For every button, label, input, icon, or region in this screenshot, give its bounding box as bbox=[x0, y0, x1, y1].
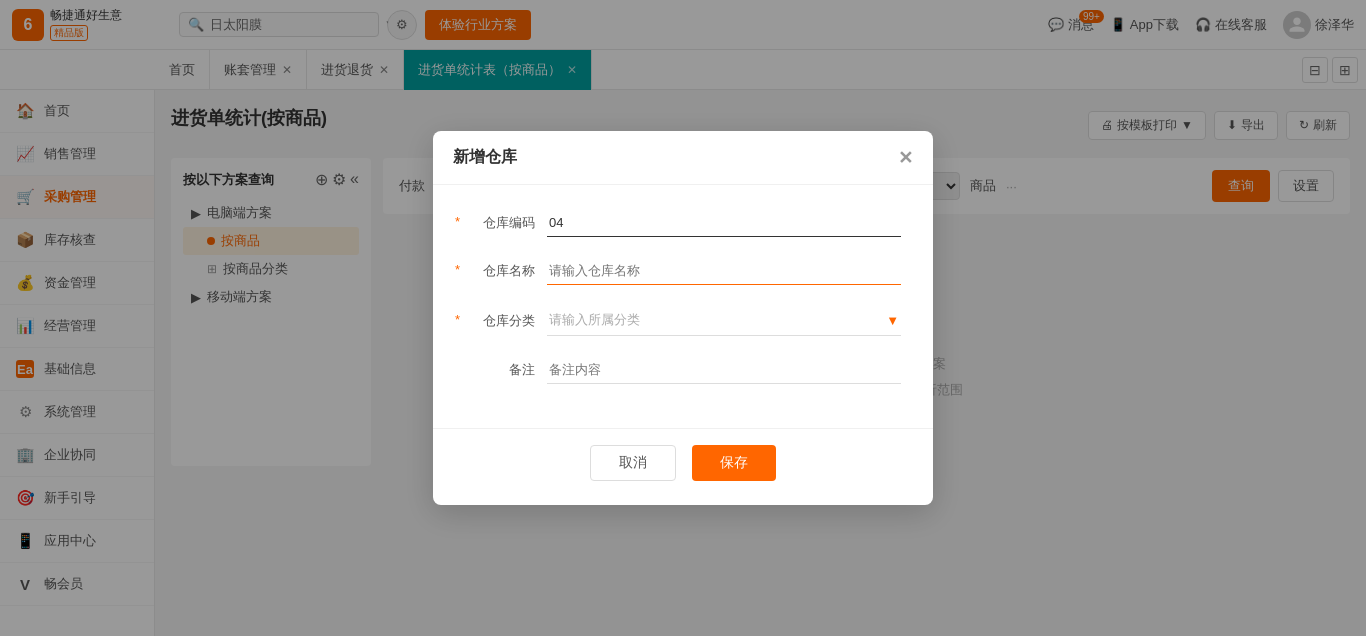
code-label: 仓库编码 bbox=[465, 214, 535, 232]
form-row-name: 仓库名称 bbox=[465, 257, 901, 285]
form-row-category: 仓库分类 请输入所属分类 ▼ bbox=[465, 305, 901, 336]
form-row-notes: 备注 bbox=[465, 356, 901, 384]
name-label: 仓库名称 bbox=[465, 262, 535, 280]
category-select[interactable]: 请输入所属分类 ▼ bbox=[547, 305, 901, 336]
category-label: 仓库分类 bbox=[465, 312, 535, 330]
category-placeholder: 请输入所属分类 bbox=[549, 311, 640, 329]
modal-body: 仓库编码 仓库名称 仓库分类 请输入所属分类 ▼ 备注 bbox=[433, 185, 933, 428]
notes-label: 备注 bbox=[465, 361, 535, 379]
name-input[interactable] bbox=[547, 257, 901, 285]
notes-input[interactable] bbox=[547, 356, 901, 384]
modal-close-icon[interactable]: ✕ bbox=[898, 149, 913, 167]
save-button[interactable]: 保存 bbox=[692, 445, 776, 481]
cancel-button[interactable]: 取消 bbox=[590, 445, 676, 481]
modal-overlay[interactable]: 新增仓库 ✕ 仓库编码 仓库名称 仓库分类 请输入所属分类 ▼ bbox=[0, 0, 1366, 636]
modal-footer: 取消 保存 bbox=[433, 428, 933, 505]
form-row-code: 仓库编码 bbox=[465, 209, 901, 237]
code-input[interactable] bbox=[547, 209, 901, 237]
category-dropdown-icon: ▼ bbox=[886, 313, 899, 328]
modal-header: 新增仓库 ✕ bbox=[433, 131, 933, 185]
modal-title: 新增仓库 bbox=[453, 147, 517, 168]
new-warehouse-modal: 新增仓库 ✕ 仓库编码 仓库名称 仓库分类 请输入所属分类 ▼ bbox=[433, 131, 933, 505]
